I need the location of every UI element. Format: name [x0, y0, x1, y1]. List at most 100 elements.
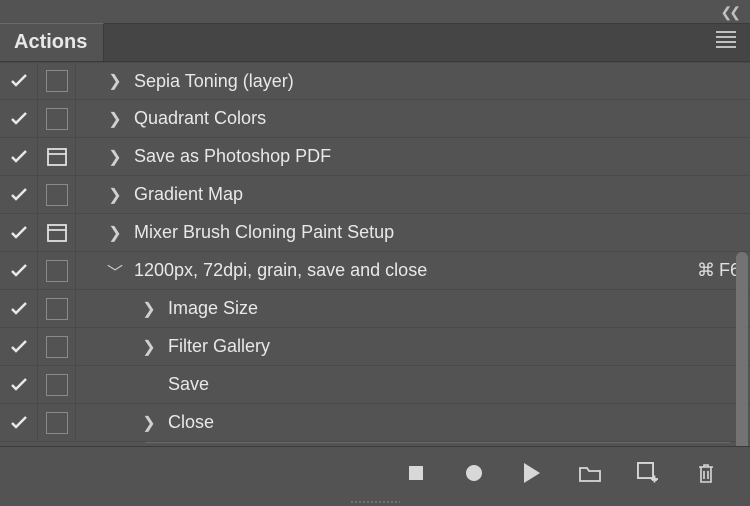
dialog-column[interactable]	[38, 328, 76, 365]
dialog-checkbox[interactable]	[46, 412, 68, 434]
dialog-column[interactable]	[38, 63, 76, 99]
dialog-column[interactable]	[38, 252, 76, 289]
action-label: Save as Photoshop PDF	[134, 146, 331, 167]
dialog-column[interactable]	[38, 366, 76, 403]
check-icon	[10, 74, 28, 88]
dialog-column[interactable]	[38, 138, 76, 175]
check-icon	[10, 112, 28, 126]
action-row[interactable]: ❯ Image Size	[0, 290, 750, 328]
action-label: Mixer Brush Cloning Paint Setup	[134, 222, 394, 243]
new-action-button[interactable]	[636, 461, 660, 485]
actions-list: ❯Sepia Toning (layer)❯Quadrant Colors❯Sa…	[0, 62, 750, 446]
panel-footer	[0, 446, 750, 498]
row-content: ❯ Gradient Map	[76, 176, 740, 213]
tab-actions[interactable]: Actions	[0, 23, 104, 61]
chevron-right-icon[interactable]: ❯	[104, 147, 126, 167]
play-button[interactable]	[520, 461, 544, 485]
chevron-down-icon[interactable]: ﹀	[104, 259, 126, 283]
dialog-icon	[46, 223, 68, 243]
toggle-column[interactable]	[0, 176, 38, 213]
new-set-button[interactable]	[578, 461, 602, 485]
shortcut-label: ⌘F6	[697, 260, 740, 281]
row-content: ❯ Mixer Brush Cloning Paint Setup	[76, 214, 740, 251]
check-icon	[10, 188, 28, 202]
row-content: ❯Filter Gallery	[76, 328, 740, 365]
check-icon	[10, 264, 28, 278]
chevron-right-icon[interactable]: ❯	[104, 109, 126, 129]
toggle-column[interactable]	[0, 252, 38, 289]
row-content: ﹀ 1200px, 72dpi, grain, save and close ⌘F6	[76, 252, 740, 289]
check-icon	[10, 226, 28, 240]
toggle-column[interactable]	[0, 366, 38, 403]
action-row[interactable]: ❯Sepia Toning (layer)	[0, 62, 750, 100]
action-row[interactable]: ❯ Save as Photoshop PDF	[0, 138, 750, 176]
dialog-icon	[46, 147, 68, 167]
action-label: Image Size	[168, 298, 258, 319]
dialog-checkbox[interactable]	[46, 108, 68, 130]
check-icon	[10, 378, 28, 392]
dialog-column[interactable]	[38, 214, 76, 251]
dialog-checkbox[interactable]	[46, 70, 68, 92]
check-icon	[10, 340, 28, 354]
chevron-right-icon[interactable]: ❯	[138, 299, 160, 319]
action-row[interactable]: ❯ Close	[0, 404, 750, 442]
delete-button[interactable]	[694, 461, 718, 485]
dialog-checkbox[interactable]	[46, 336, 68, 358]
scrollbar[interactable]	[736, 252, 748, 446]
row-content: ❯ Save as Photoshop PDF	[76, 138, 740, 175]
panel-menu-icon[interactable]	[716, 28, 736, 51]
check-icon	[10, 416, 28, 430]
dialog-column[interactable]	[38, 176, 76, 213]
divider	[145, 442, 730, 443]
action-row[interactable]: ❯ Mixer Brush Cloning Paint Setup	[0, 214, 750, 252]
tab-bar	[0, 23, 750, 61]
chevron-right-icon[interactable]: ❯	[138, 413, 160, 433]
row-content: ❯ Image Size	[76, 290, 740, 327]
check-icon	[10, 302, 28, 316]
action-label: 1200px, 72dpi, grain, save and close	[134, 260, 427, 281]
row-content: ❯ Quadrant Colors	[76, 100, 740, 137]
row-content: ❯ Close	[76, 404, 740, 441]
toggle-column[interactable]	[0, 404, 38, 441]
action-label: Quadrant Colors	[134, 108, 266, 129]
action-row[interactable]: Save	[0, 366, 750, 404]
row-content: ❯Sepia Toning (layer)	[76, 63, 740, 99]
chevron-right-icon[interactable]: ❯	[104, 223, 126, 243]
panel-header: ❮❮ Actions	[0, 0, 750, 62]
dialog-checkbox[interactable]	[46, 374, 68, 396]
dialog-column[interactable]	[38, 100, 76, 137]
dialog-column[interactable]	[38, 404, 76, 441]
toggle-column[interactable]	[0, 138, 38, 175]
chevron-right-icon[interactable]: ❯	[104, 185, 126, 205]
action-label: Gradient Map	[134, 184, 243, 205]
row-content: Save	[76, 366, 740, 403]
dialog-checkbox[interactable]	[46, 298, 68, 320]
command-icon: ⌘	[697, 260, 715, 281]
chevron-right-icon[interactable]: ❯	[138, 337, 160, 357]
toggle-column[interactable]	[0, 214, 38, 251]
chevron-right-icon[interactable]: ❯	[104, 71, 126, 91]
toggle-column[interactable]	[0, 63, 38, 99]
folder-icon	[579, 464, 601, 482]
action-row[interactable]: ❯ Gradient Map	[0, 176, 750, 214]
toggle-column[interactable]	[0, 290, 38, 327]
action-label: Save	[168, 374, 209, 395]
action-row[interactable]: ❯Filter Gallery	[0, 328, 750, 366]
record-icon	[466, 465, 482, 481]
panel-title: Actions	[14, 31, 87, 54]
record-button[interactable]	[462, 461, 486, 485]
dialog-column[interactable]	[38, 290, 76, 327]
new-icon	[637, 462, 659, 484]
dialog-checkbox[interactable]	[46, 184, 68, 206]
stop-button[interactable]	[404, 461, 428, 485]
action-row[interactable]: ❯ Quadrant Colors	[0, 100, 750, 138]
resize-grip[interactable]	[0, 498, 750, 506]
toggle-column[interactable]	[0, 100, 38, 137]
play-icon	[524, 463, 540, 483]
toggle-column[interactable]	[0, 328, 38, 365]
actions-panel: ❮❮ Actions ❯Sepia Toning (layer)❯Quadran…	[0, 0, 750, 506]
action-label: Close	[168, 412, 214, 433]
collapse-panel-icon[interactable]: ❮❮	[721, 4, 738, 21]
action-row[interactable]: ﹀ 1200px, 72dpi, grain, save and close ⌘F6	[0, 252, 750, 290]
dialog-checkbox[interactable]	[46, 260, 68, 282]
